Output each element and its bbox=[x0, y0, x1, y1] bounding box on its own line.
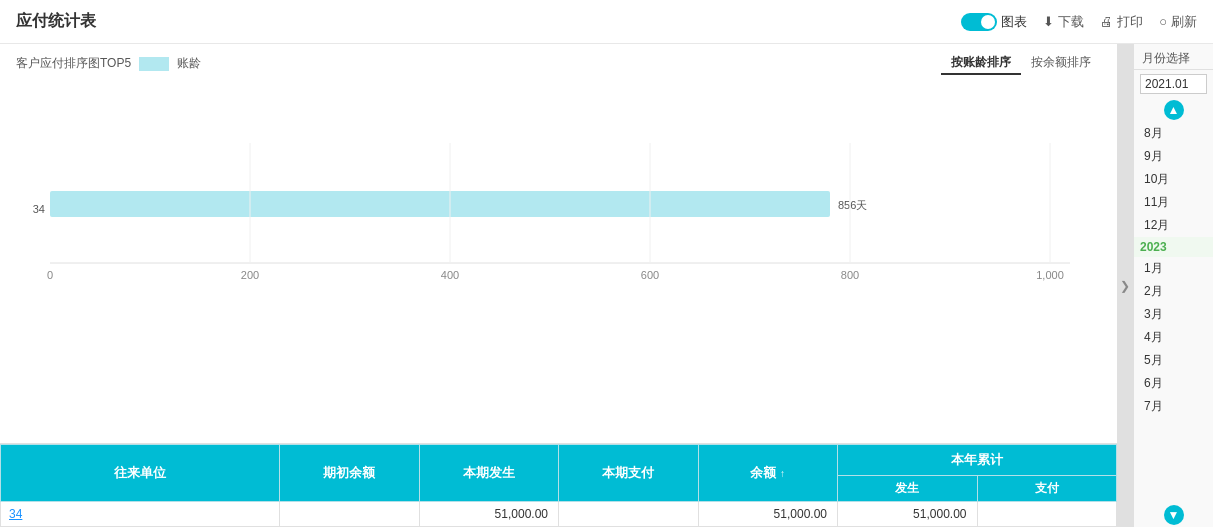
refresh-icon: ○ bbox=[1159, 14, 1167, 29]
data-table: 往来单位 期初余额 本期发生 本期支付 余额 ↑ 本年累计 bbox=[0, 444, 1117, 527]
col-ytd-pay-header: 支付 bbox=[977, 476, 1117, 502]
refresh-button[interactable]: ○ 刷新 bbox=[1159, 13, 1197, 31]
chart-header: 客户应付排序图TOP5 账龄 按账龄排序 按余额排序 bbox=[0, 44, 1117, 83]
bar-end-label: 856天 bbox=[838, 199, 867, 211]
month-item[interactable]: 10月 bbox=[1134, 168, 1213, 191]
sort-by-age-button[interactable]: 按账龄排序 bbox=[941, 52, 1021, 75]
download-label: 下载 bbox=[1058, 13, 1084, 31]
chart-area: 34 856天 0 200 400 600 800 1,000 bbox=[0, 83, 1117, 443]
page-root: 应付统计表 图表 ⬇ 下载 🖨 打印 ○ 刷新 bbox=[0, 0, 1213, 527]
svg-text:600: 600 bbox=[641, 269, 659, 281]
chart-label: 图表 bbox=[1001, 13, 1027, 31]
sidebar-down-button[interactable]: ▼ bbox=[1164, 505, 1184, 525]
y-axis-label: 34 bbox=[33, 203, 45, 215]
legend-box bbox=[139, 57, 169, 71]
sidebar-title: 月份选择 bbox=[1134, 44, 1213, 70]
table-body: 3451,000.0051,000.0051,000.00 bbox=[1, 502, 1117, 527]
month-item[interactable]: 1月 bbox=[1134, 257, 1213, 280]
chart-toggle-group: 图表 bbox=[961, 13, 1027, 31]
month-item[interactable]: 6月 bbox=[1134, 372, 1213, 395]
col-current-pay-header: 本期支付 bbox=[559, 445, 699, 502]
month-item[interactable]: 2023 bbox=[1134, 237, 1213, 257]
sidebar-inner: 月份选择 ▲ 8月9月10月11月12月20231月2月3月4月5月6月7月 ▼ bbox=[1134, 44, 1213, 527]
unit-link[interactable]: 34 bbox=[9, 507, 22, 521]
print-label: 打印 bbox=[1117, 13, 1143, 31]
legend-text: 账龄 bbox=[177, 55, 201, 72]
svg-text:1,000: 1,000 bbox=[1036, 269, 1064, 281]
month-item[interactable]: 2月 bbox=[1134, 280, 1213, 303]
table-section: 往来单位 期初余额 本期发生 本期支付 余额 ↑ 本年累计 bbox=[0, 443, 1117, 527]
month-item[interactable]: 8月 bbox=[1134, 122, 1213, 145]
svg-text:400: 400 bbox=[441, 269, 459, 281]
month-item[interactable]: 9月 bbox=[1134, 145, 1213, 168]
col-current-occur-header: 本期发生 bbox=[419, 445, 559, 502]
download-button[interactable]: ⬇ 下载 bbox=[1043, 13, 1084, 31]
main-area: 客户应付排序图TOP5 账龄 按账龄排序 按余额排序 34 bbox=[0, 44, 1213, 527]
chart-section: 客户应付排序图TOP5 账龄 按账龄排序 按余额排序 34 bbox=[0, 44, 1117, 527]
col-ytd-header: 本年累计 bbox=[838, 445, 1117, 476]
unit-cell: 34 bbox=[1, 502, 280, 527]
svg-text:200: 200 bbox=[241, 269, 259, 281]
download-icon: ⬇ bbox=[1043, 14, 1054, 29]
chart-sort-buttons: 按账龄排序 按余额排序 bbox=[941, 52, 1101, 75]
sidebar-up-button[interactable]: ▲ bbox=[1164, 100, 1184, 120]
col-period-balance-header: 期初余额 bbox=[280, 445, 420, 502]
month-item[interactable]: 7月 bbox=[1134, 395, 1213, 418]
month-item[interactable]: 4月 bbox=[1134, 326, 1213, 349]
legend-title: 客户应付排序图TOP5 bbox=[16, 55, 131, 72]
month-list: 8月9月10月11月12月20231月2月3月4月5月6月7月 bbox=[1134, 122, 1213, 503]
current_pay-cell bbox=[559, 502, 699, 527]
table-wrapper: 往来单位 期初余额 本期发生 本期支付 余额 ↑ 本年累计 bbox=[0, 444, 1117, 527]
chart-toggle[interactable] bbox=[961, 13, 997, 31]
sidebar-date-input[interactable] bbox=[1140, 74, 1207, 94]
ytd_pay-cell bbox=[977, 502, 1117, 527]
month-item[interactable]: 11月 bbox=[1134, 191, 1213, 214]
col-unit-header: 往来单位 bbox=[1, 445, 280, 502]
print-button[interactable]: 🖨 打印 bbox=[1100, 13, 1143, 31]
table-header-row: 往来单位 期初余额 本期发生 本期支付 余额 ↑ 本年累计 bbox=[1, 445, 1117, 476]
balance-sort-icon[interactable]: ↑ bbox=[780, 468, 785, 479]
page-title: 应付统计表 bbox=[16, 11, 96, 32]
ytd_occur-cell: 51,000.00 bbox=[838, 502, 978, 527]
period_balance-cell bbox=[280, 502, 420, 527]
balance-cell: 51,000.00 bbox=[698, 502, 838, 527]
month-item[interactable]: 5月 bbox=[1134, 349, 1213, 372]
header: 应付统计表 图表 ⬇ 下载 🖨 打印 ○ 刷新 bbox=[0, 0, 1213, 44]
refresh-label: 刷新 bbox=[1171, 13, 1197, 31]
month-item[interactable]: 3月 bbox=[1134, 303, 1213, 326]
header-actions: 图表 ⬇ 下载 🖨 打印 ○ 刷新 bbox=[961, 13, 1197, 31]
chart-legend: 客户应付排序图TOP5 账龄 bbox=[16, 55, 201, 72]
svg-text:0: 0 bbox=[47, 269, 53, 281]
month-item[interactable]: 12月 bbox=[1134, 214, 1213, 237]
sidebar-expand-arrow[interactable]: ❯ bbox=[1117, 44, 1133, 527]
col-balance-header: 余额 ↑ bbox=[698, 445, 838, 502]
chart-svg: 34 856天 0 200 400 600 800 1,000 bbox=[0, 83, 1117, 443]
right-sidebar: 月份选择 ▲ 8月9月10月11月12月20231月2月3月4月5月6月7月 ▼ bbox=[1133, 44, 1213, 527]
col-ytd-occur-header: 发生 bbox=[838, 476, 978, 502]
sort-by-balance-button[interactable]: 按余额排序 bbox=[1021, 52, 1101, 75]
svg-text:800: 800 bbox=[841, 269, 859, 281]
print-icon: 🖨 bbox=[1100, 14, 1113, 29]
current_occur-cell: 51,000.00 bbox=[419, 502, 559, 527]
chart-bar bbox=[50, 191, 830, 217]
table-row: 3451,000.0051,000.0051,000.00 bbox=[1, 502, 1117, 527]
sidebar-wrapper: ❯ 月份选择 ▲ 8月9月10月11月12月20231月2月3月4月5月6月7月… bbox=[1117, 44, 1213, 527]
